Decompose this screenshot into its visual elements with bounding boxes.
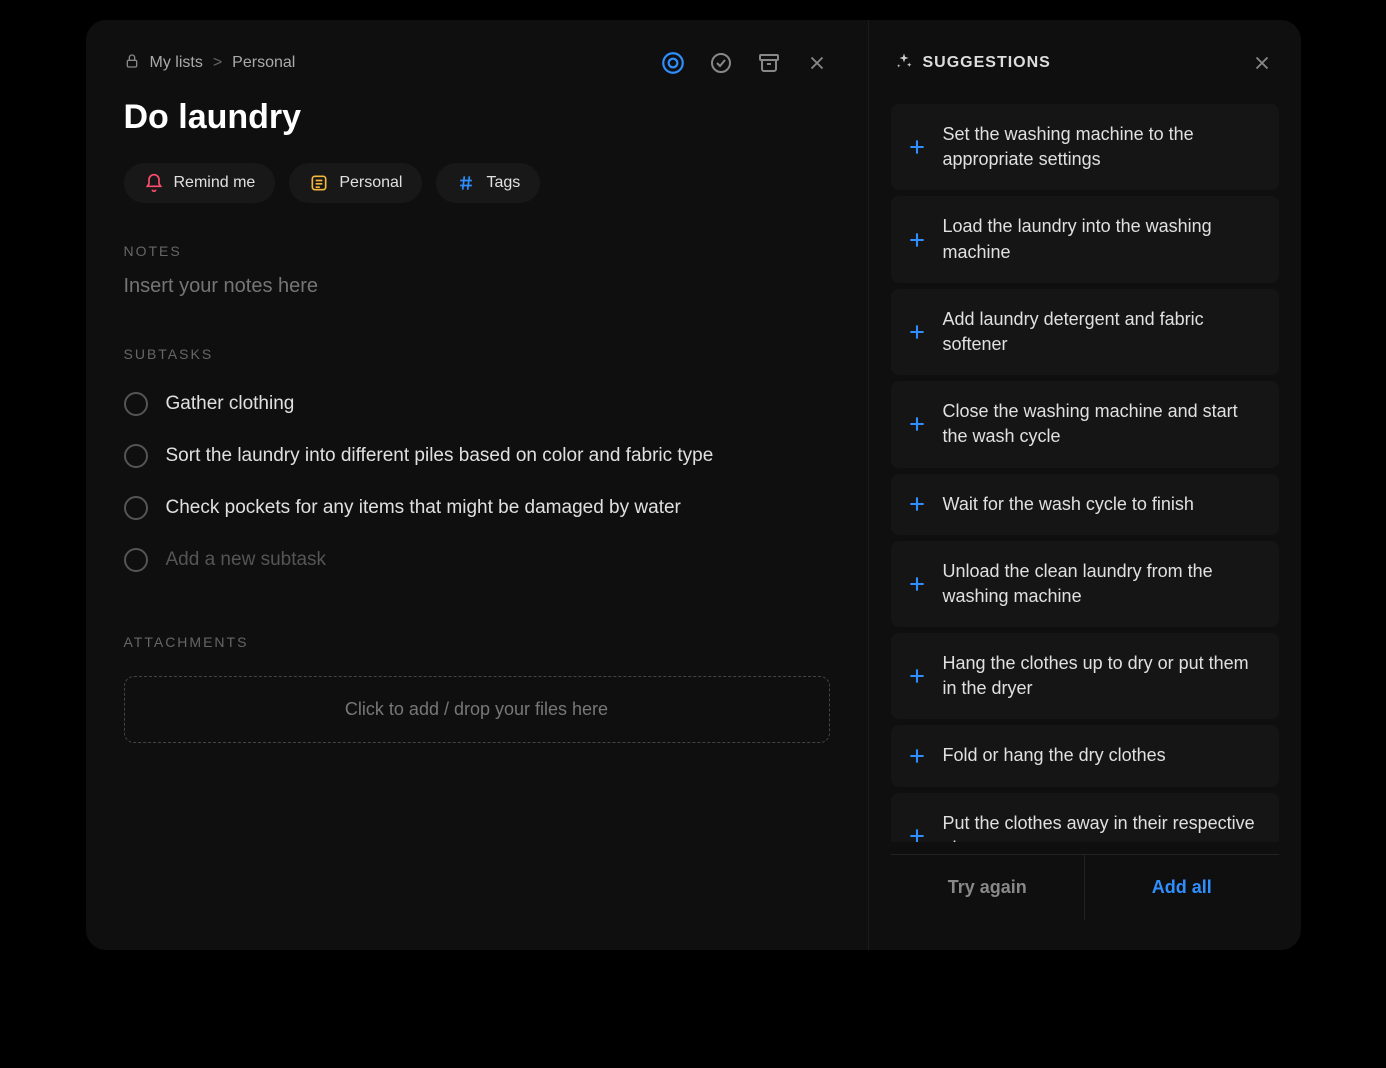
archive-icon[interactable] bbox=[756, 50, 782, 76]
sparkle-icon bbox=[895, 52, 913, 75]
suggestions-title: SUGGESTIONS bbox=[923, 54, 1051, 72]
task-title[interactable]: Do laundry bbox=[124, 98, 830, 137]
attachments-dropzone[interactable]: Click to add / drop your files here bbox=[124, 676, 830, 743]
suggestion-item[interactable]: Add laundry detergent and fabric softene… bbox=[891, 289, 1279, 375]
close-icon[interactable] bbox=[804, 50, 830, 76]
subtask-checkbox[interactable] bbox=[124, 444, 148, 468]
plus-icon bbox=[907, 494, 927, 514]
attachments-section-label: ATTACHMENTS bbox=[124, 634, 830, 650]
suggestions-header: SUGGESTIONS bbox=[891, 50, 1279, 76]
tags-chip[interactable]: Tags bbox=[436, 163, 540, 203]
list-chip-label: Personal bbox=[339, 174, 402, 192]
subtasks-section-label: SUBTASKS bbox=[124, 346, 830, 362]
subtask-checkbox[interactable] bbox=[124, 496, 148, 520]
top-row: My lists > Personal bbox=[124, 50, 830, 76]
suggestion-item[interactable]: Hang the clothes up to dry or put them i… bbox=[891, 633, 1279, 719]
suggestion-item[interactable]: Set the washing machine to the appropria… bbox=[891, 104, 1279, 190]
subtask-text: Sort the laundry into different piles ba… bbox=[166, 445, 714, 467]
plus-icon bbox=[907, 826, 927, 842]
suggestions-footer: Try again Add all bbox=[891, 854, 1279, 920]
lock-icon bbox=[124, 53, 140, 74]
suggestion-text: Set the washing machine to the appropria… bbox=[943, 122, 1263, 172]
plus-icon bbox=[907, 414, 927, 434]
subtask-text: Check pockets for any items that might b… bbox=[166, 497, 681, 519]
plus-icon bbox=[907, 137, 927, 157]
suggestion-text: Wait for the wash cycle to finish bbox=[943, 492, 1194, 517]
hash-icon bbox=[456, 173, 476, 193]
list-chip[interactable]: Personal bbox=[289, 163, 422, 203]
notes-section-label: NOTES bbox=[124, 243, 830, 259]
notes-input[interactable] bbox=[124, 275, 830, 298]
plus-icon bbox=[907, 746, 927, 766]
suggestion-text: Fold or hang the dry clothes bbox=[943, 743, 1166, 768]
remind-me-label: Remind me bbox=[174, 174, 256, 192]
subtask-row[interactable]: Gather clothing bbox=[124, 378, 830, 430]
subtask-checkbox[interactable] bbox=[124, 392, 148, 416]
plus-icon bbox=[907, 574, 927, 594]
suggestion-text: Load the laundry into the washing machin… bbox=[943, 214, 1263, 264]
breadcrumb-separator: > bbox=[213, 54, 222, 72]
subtask-checkbox[interactable] bbox=[124, 548, 148, 572]
list-icon bbox=[309, 173, 329, 193]
add-subtask-row[interactable]: Add a new subtask bbox=[124, 534, 830, 586]
add-all-button[interactable]: Add all bbox=[1085, 855, 1279, 920]
suggestion-item[interactable]: Fold or hang the dry clothes bbox=[891, 725, 1279, 786]
subtask-row[interactable]: Check pockets for any items that might b… bbox=[124, 482, 830, 534]
subtask-row[interactable]: Sort the laundry into different piles ba… bbox=[124, 430, 830, 482]
suggestion-text: Put the clothes away in their respective… bbox=[943, 811, 1263, 842]
suggestion-item[interactable]: Close the washing machine and start the … bbox=[891, 381, 1279, 467]
suggestion-item[interactable]: Put the clothes away in their respective… bbox=[891, 793, 1279, 842]
suggestion-item[interactable]: Wait for the wash cycle to finish bbox=[891, 474, 1279, 535]
plus-icon bbox=[907, 230, 927, 250]
suggestions-panel: SUGGESTIONS Set the washing machine to t… bbox=[869, 20, 1301, 950]
suggestions-list: Set the washing machine to the appropria… bbox=[891, 104, 1279, 842]
subtask-text: Gather clothing bbox=[166, 393, 295, 415]
close-suggestions-icon[interactable] bbox=[1249, 50, 1275, 76]
suggestion-item[interactable]: Unload the clean laundry from the washin… bbox=[891, 541, 1279, 627]
suggestion-text: Close the washing machine and start the … bbox=[943, 399, 1263, 449]
tags-chip-label: Tags bbox=[486, 174, 520, 192]
suggestion-text: Hang the clothes up to dry or put them i… bbox=[943, 651, 1263, 701]
task-main-panel: My lists > Personal Do laundry bbox=[86, 20, 869, 950]
task-modal: My lists > Personal Do laundry bbox=[86, 20, 1301, 950]
suggestion-text: Add laundry detergent and fabric softene… bbox=[943, 307, 1263, 357]
header-actions bbox=[660, 50, 830, 76]
try-again-button[interactable]: Try again bbox=[891, 855, 1086, 920]
suggestion-item[interactable]: Load the laundry into the washing machin… bbox=[891, 196, 1279, 282]
breadcrumb-root[interactable]: My lists bbox=[150, 54, 203, 72]
suggestion-text: Unload the clean laundry from the washin… bbox=[943, 559, 1263, 609]
target-icon[interactable] bbox=[660, 50, 686, 76]
plus-icon bbox=[907, 666, 927, 686]
subtasks-list: Gather clothing Sort the laundry into di… bbox=[124, 378, 830, 586]
breadcrumb-current[interactable]: Personal bbox=[232, 54, 295, 72]
bell-icon bbox=[144, 173, 164, 193]
remind-me-chip[interactable]: Remind me bbox=[124, 163, 276, 203]
check-circle-icon[interactable] bbox=[708, 50, 734, 76]
breadcrumb: My lists > Personal bbox=[124, 53, 296, 74]
chip-row: Remind me Personal Tags bbox=[124, 163, 830, 203]
plus-icon bbox=[907, 322, 927, 342]
suggestions-title-wrap: SUGGESTIONS bbox=[895, 52, 1051, 75]
add-subtask-placeholder: Add a new subtask bbox=[166, 549, 327, 571]
